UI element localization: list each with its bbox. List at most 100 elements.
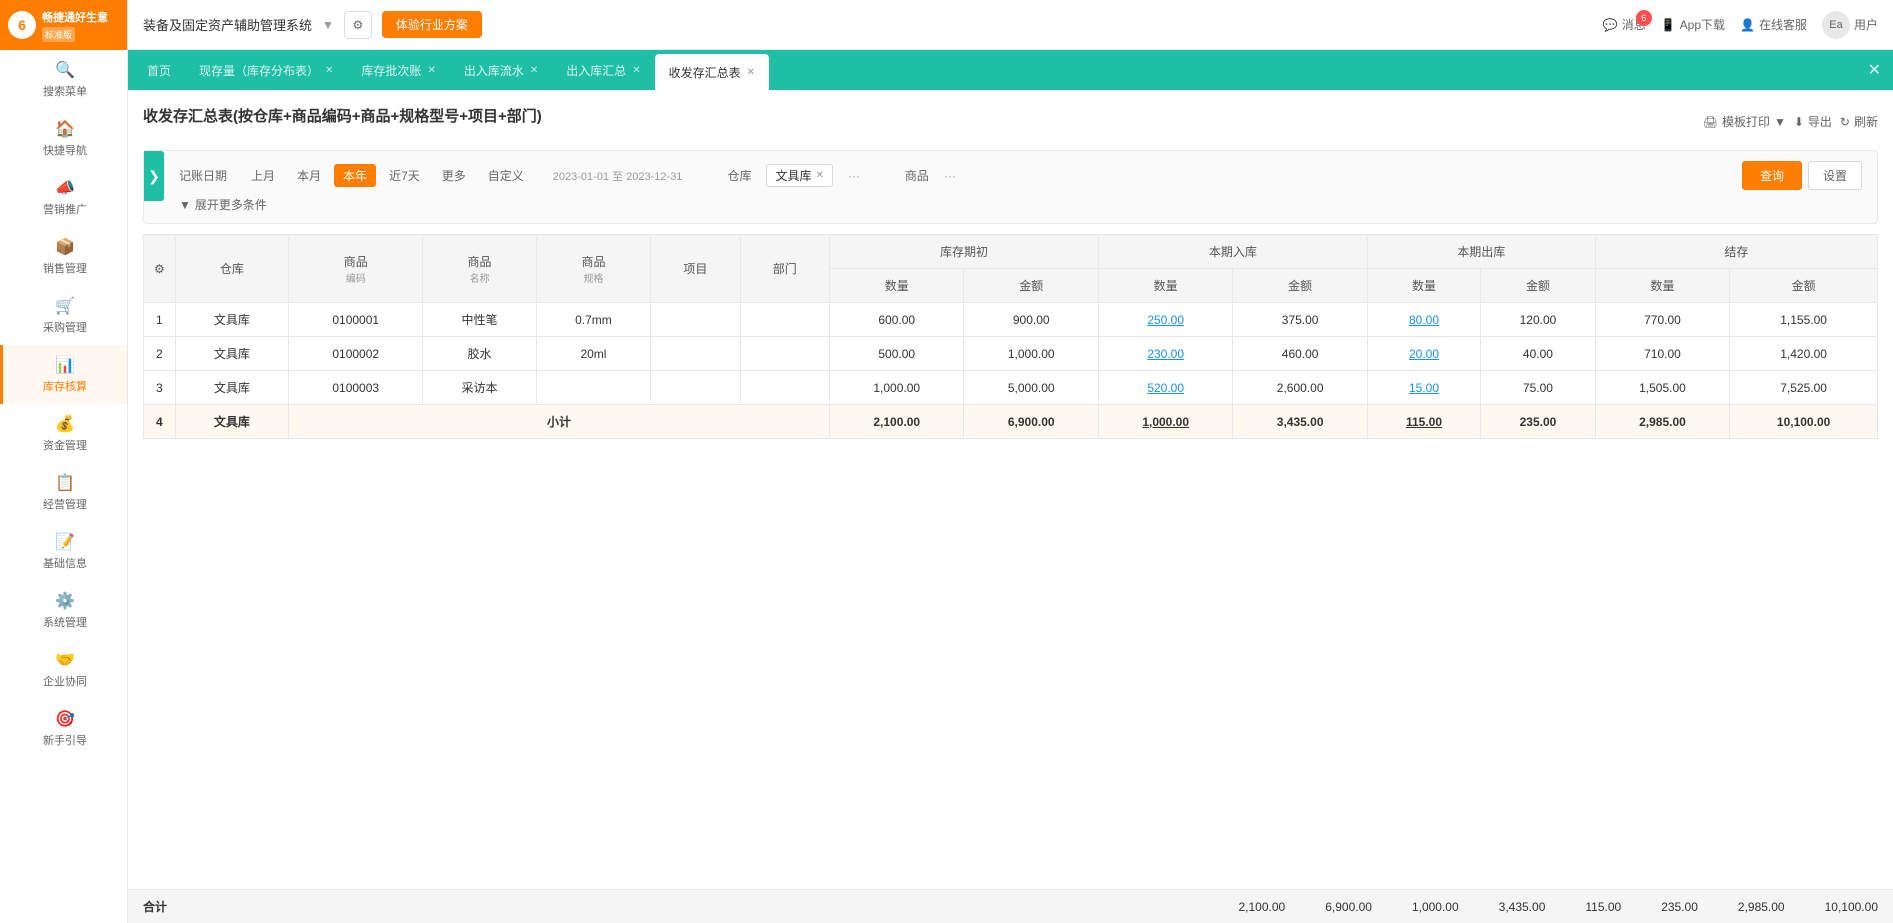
tab-home[interactable]: 首页 [133, 50, 185, 90]
warehouse-remove-btn[interactable]: ✕ [815, 170, 823, 181]
tab-bar: 首页 现存量（库存分布表） ✕ 库存批次账 ✕ 出入库流水 ✕ 出入库汇总 ✕ … [128, 50, 1893, 90]
sidebar-item-label: 销售管理 [43, 260, 87, 276]
col-settings[interactable]: ⚙ [144, 235, 176, 303]
sidebar-item-label: 库存核算 [43, 378, 87, 394]
row-dept [740, 371, 829, 405]
expand-more-filter-btn[interactable]: ▼ 展开更多条件 [179, 196, 1862, 213]
subtotal-opening-amt: 6,900.00 [964, 405, 1098, 439]
row-goods-name: 胶水 [423, 337, 536, 371]
sidebar-item-marketing[interactable]: 📣 营销推广 [0, 168, 127, 227]
col-goods-name-header: 商品名称 [423, 235, 536, 303]
col-out-amt: 金额 [1481, 269, 1596, 303]
topbar-settings-btn[interactable]: ⚙ [344, 11, 372, 39]
tab-inout-flow[interactable]: 出入库流水 ✕ [450, 50, 552, 90]
row-goods-code: 0100002 [288, 337, 422, 371]
row-in-qty[interactable]: 230.00 [1098, 337, 1232, 371]
sidebar-item-sales[interactable]: 📦 销售管理 [0, 227, 127, 286]
sidebar-item-label: 搜索菜单 [43, 83, 87, 99]
close-all-tabs-btn[interactable]: ✕ [1856, 60, 1893, 80]
system-title: 装备及固定资产辅助管理系统 [143, 15, 312, 34]
date-btn-7days[interactable]: 近7天 [380, 164, 429, 187]
inventory-icon: 📊 [55, 355, 75, 375]
row-goods-spec: 0.7mm [536, 303, 651, 337]
filter-row-date: 记账日期 上月 本月 本年 近7天 更多 自定义 2023-01-01 至 20… [179, 161, 1862, 190]
topbar: 装备及固定资产辅助管理系统 ▼ ⚙ 体验行业方案 💬 消息 6 📱 App下载 … [128, 0, 1893, 50]
subtotal-out-qty: 115.00 [1367, 405, 1480, 439]
total-in-qty-val: 1,000.00 [1412, 900, 1459, 914]
row-index: 2 [144, 337, 176, 371]
subtotal-out-amt: 235.00 [1481, 405, 1596, 439]
sidebar-item-system[interactable]: ⚙️ 系统管理 [0, 581, 127, 640]
date-btn-this-year[interactable]: 本年 [334, 164, 376, 187]
sidebar-item-operation[interactable]: 📋 经营管理 [0, 463, 127, 522]
filter-expand-btn[interactable]: ❯ [144, 151, 164, 201]
tab-close-batch-account[interactable]: ✕ [427, 65, 435, 76]
tab-batch-account[interactable]: 库存批次账 ✕ [347, 50, 449, 90]
tab-inventory-dist[interactable]: 现存量（库存分布表） ✕ [185, 50, 347, 90]
sidebar-item-purchase[interactable]: 🛒 采购管理 [0, 286, 127, 345]
col-goods-spec-header: 商品规格 [536, 235, 651, 303]
tab-close-inout-flow[interactable]: ✕ [530, 65, 538, 76]
sidebar-item-finance[interactable]: 💰 资金管理 [0, 404, 127, 463]
date-range-display: 2023-01-01 至 2023-12-31 [553, 168, 683, 184]
date-btn-last-month[interactable]: 上月 [242, 164, 284, 187]
user-btn[interactable]: Ea 用户 [1822, 11, 1878, 39]
row-in-qty[interactable]: 250.00 [1098, 303, 1232, 337]
logo-text: 畅捷通好生意 标准版 [42, 9, 108, 42]
sidebar-item-label: 基础信息 [43, 555, 87, 571]
topbar-right: 💬 消息 6 📱 App下载 👤 在线客服 Ea 用户 [1603, 11, 1878, 39]
date-btn-custom[interactable]: 自定义 [479, 164, 533, 187]
sidebar-item-guide[interactable]: 🎯 新手引导 [0, 699, 127, 758]
sidebar-item-search[interactable]: 🔍 搜索菜单 [0, 50, 127, 109]
table-row: 1 文具库 0100001 中性笔 0.7mm 600.00 900.00 25… [144, 303, 1878, 337]
row-out-qty[interactable]: 80.00 [1367, 303, 1480, 337]
row-closing-amt: 1,420.00 [1730, 337, 1878, 371]
query-button[interactable]: 查询 [1742, 161, 1802, 190]
topbar-left: 装备及固定资产辅助管理系统 ▼ ⚙ 体验行业方案 [143, 11, 482, 39]
settings-button[interactable]: 设置 [1808, 161, 1862, 190]
date-btn-this-month[interactable]: 本月 [288, 164, 330, 187]
row-in-amt: 460.00 [1233, 337, 1367, 371]
goods-filter-label: 商品 [905, 167, 929, 184]
col-in-qty: 数量 [1098, 269, 1232, 303]
purchase-icon: 🛒 [55, 296, 75, 316]
total-closing-amt-val: 10,100.00 [1825, 900, 1878, 914]
row-out-qty[interactable]: 20.00 [1367, 337, 1480, 371]
sidebar-item-enterprise[interactable]: 🤝 企业协同 [0, 640, 127, 699]
support-icon: 👤 [1740, 18, 1755, 32]
row-opening-qty: 600.00 [830, 303, 964, 337]
sidebar-item-inventory[interactable]: 📊 库存核算 [0, 345, 127, 404]
sidebar-item-quick-nav[interactable]: 🏠 快捷导航 [0, 109, 127, 168]
row-in-qty[interactable]: 520.00 [1098, 371, 1232, 405]
system-icon: ⚙️ [55, 591, 75, 611]
print-dropdown-icon: ▼ [1774, 115, 1786, 129]
app-download-btn[interactable]: 📱 App下载 [1661, 16, 1725, 33]
row-out-amt: 75.00 [1481, 371, 1596, 405]
topbar-dropdown-arrow[interactable]: ▼ [322, 18, 334, 32]
tab-recv-send-summary[interactable]: 收发存汇总表 ✕ [655, 54, 769, 90]
tab-inout-summary[interactable]: 出入库汇总 ✕ [552, 50, 654, 90]
warehouse-more-btn[interactable]: ··· [848, 169, 860, 183]
tab-close-recv-send[interactable]: ✕ [747, 67, 755, 78]
subtotal-row: 4 文具库 小计 2,100.00 6,900.00 1,000.00 3,43… [144, 405, 1878, 439]
messages-btn[interactable]: 💬 消息 6 [1603, 16, 1646, 33]
tab-close-inout-summary[interactable]: ✕ [632, 65, 640, 76]
sidebar-item-label: 企业协同 [43, 673, 87, 689]
print-template-btn[interactable]: 🖨 模板打印 ▼ [1703, 113, 1786, 130]
refresh-btn[interactable]: ↻ 刷新 [1840, 113, 1878, 130]
row-closing-qty: 1,505.00 [1595, 371, 1729, 405]
row-closing-amt: 1,155.00 [1730, 303, 1878, 337]
subtotal-in-amt: 3,435.00 [1233, 405, 1367, 439]
logo-icon: 6 [8, 11, 36, 39]
online-support-btn[interactable]: 👤 在线客服 [1740, 16, 1807, 33]
marketing-icon: 📣 [55, 178, 75, 198]
sidebar-item-label: 系统管理 [43, 614, 87, 630]
sidebar-item-basic[interactable]: 📝 基础信息 [0, 522, 127, 581]
trial-button[interactable]: 体验行业方案 [382, 11, 482, 38]
export-btn[interactable]: ⬇ 导出 [1794, 113, 1832, 130]
goods-more-btn[interactable]: ··· [944, 169, 956, 183]
row-out-qty[interactable]: 15.00 [1367, 371, 1480, 405]
tab-close-inventory-dist[interactable]: ✕ [325, 65, 333, 76]
date-btn-more[interactable]: 更多 [433, 164, 475, 187]
col-dept-header: 部门 [740, 235, 829, 303]
